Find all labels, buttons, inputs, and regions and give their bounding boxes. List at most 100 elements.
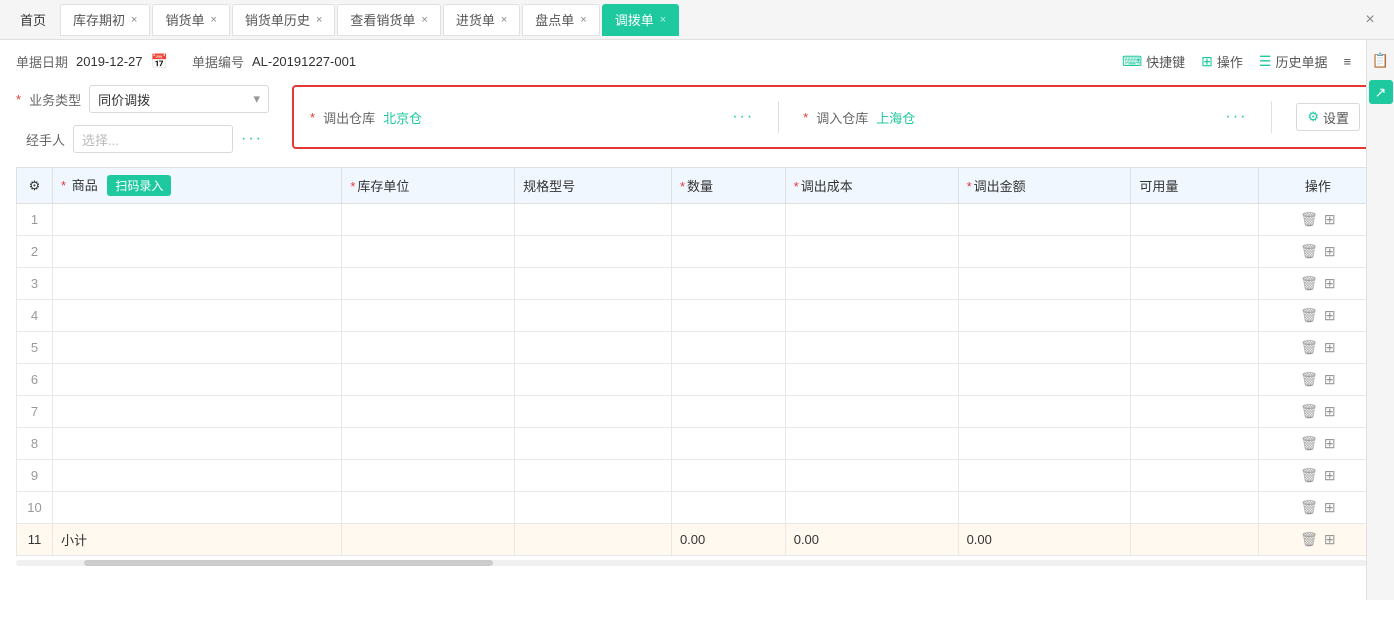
cell-product[interactable]: [53, 492, 342, 524]
horizontal-scrollbar[interactable]: [16, 560, 1378, 566]
delete-icon[interactable]: 🗑: [1300, 275, 1318, 292]
cell-qty[interactable]: [671, 236, 785, 268]
agent-row: 经手人 选择... ···: [26, 125, 276, 153]
copy-icon[interactable]: ⊞: [1324, 499, 1336, 516]
cell-qty[interactable]: [671, 204, 785, 236]
tab-view-sales[interactable]: 查看销货单 ×: [337, 4, 440, 36]
cell-qty[interactable]: [671, 428, 785, 460]
table-row: 6 🗑 ⊞: [17, 364, 1378, 396]
sidebar-expand-icon[interactable]: ↗: [1369, 80, 1393, 104]
cell-qty[interactable]: [671, 396, 785, 428]
copy-icon[interactable]: ⊞: [1324, 307, 1336, 324]
delete-icon[interactable]: 🗑: [1300, 531, 1318, 548]
cell-spec: [515, 204, 672, 236]
delete-icon[interactable]: 🗑: [1300, 307, 1318, 324]
settings-icon: ⚙: [1307, 109, 1319, 125]
tab-close-sales-order[interactable]: ×: [210, 14, 216, 26]
row-num: 10: [17, 492, 53, 524]
warehouse-in-group: * 调入仓库 上海仓 ···: [803, 108, 1247, 127]
cell-qty[interactable]: [671, 460, 785, 492]
th-amount: 调出金额: [958, 168, 1131, 204]
delete-icon[interactable]: 🗑: [1300, 243, 1318, 260]
settings-button[interactable]: ⚙ 设置: [1296, 103, 1360, 131]
tab-transfer[interactable]: 调拨单 ×: [602, 4, 679, 36]
cell-product[interactable]: [53, 204, 342, 236]
copy-icon[interactable]: ⊞: [1324, 531, 1336, 548]
warehouse-out-value[interactable]: 北京仓: [383, 108, 443, 127]
warehouse-in-value[interactable]: 上海仓: [876, 108, 936, 127]
subtotal-qty: 0.00: [671, 524, 785, 556]
tab-close-view-sales[interactable]: ×: [421, 14, 427, 26]
tab-close-inventory-init[interactable]: ×: [131, 14, 137, 26]
delete-icon[interactable]: 🗑: [1300, 371, 1318, 388]
delete-icon[interactable]: 🗑: [1300, 403, 1318, 420]
table-row: 2 🗑 ⊞: [17, 236, 1378, 268]
tab-close-sales-history[interactable]: ×: [316, 14, 322, 26]
gear-icon[interactable]: ⚙: [29, 178, 41, 193]
copy-icon[interactable]: ⊞: [1324, 275, 1336, 292]
shortcuts-button[interactable]: ⌨ 快捷键: [1122, 52, 1185, 71]
tab-close-purchase-order[interactable]: ×: [501, 14, 507, 26]
tab-inventory-init[interactable]: 库存期初 ×: [60, 4, 150, 36]
cell-available: [1131, 204, 1258, 236]
th-product-label: 商品: [72, 178, 98, 193]
copy-icon[interactable]: ⊞: [1324, 211, 1336, 228]
tab-bar: 首页 库存期初 × 销货单 × 销货单历史 × 查看销货单 × 进货单 × 盘点…: [0, 0, 1394, 40]
cell-amount: [958, 204, 1131, 236]
tab-stocktake[interactable]: 盘点单 ×: [522, 4, 599, 36]
delete-icon[interactable]: 🗑: [1300, 339, 1318, 356]
cell-product[interactable]: [53, 428, 342, 460]
tab-close-stocktake[interactable]: ×: [580, 14, 586, 26]
copy-icon[interactable]: ⊞: [1324, 339, 1336, 356]
copy-icon[interactable]: ⊞: [1324, 467, 1336, 484]
scan-button[interactable]: 扫码录入: [107, 175, 171, 196]
business-type-input[interactable]: 同价调拨 ▾: [89, 85, 269, 113]
cell-product[interactable]: [53, 300, 342, 332]
agent-input[interactable]: 选择...: [73, 125, 233, 153]
delete-icon[interactable]: 🗑: [1300, 435, 1318, 452]
cell-amount: [958, 396, 1131, 428]
delete-icon[interactable]: 🗑: [1300, 467, 1318, 484]
copy-icon[interactable]: ⊞: [1324, 435, 1336, 452]
cell-qty[interactable]: [671, 492, 785, 524]
cell-qty[interactable]: [671, 300, 785, 332]
sidebar-notes-icon[interactable]: 📋: [1369, 48, 1393, 72]
calendar-icon[interactable]: 📅: [151, 53, 168, 70]
window-close-button[interactable]: ×: [1354, 4, 1386, 36]
copy-icon[interactable]: ⊞: [1324, 403, 1336, 420]
cell-unit: [342, 268, 515, 300]
copy-icon[interactable]: ⊞: [1324, 371, 1336, 388]
delete-icon[interactable]: 🗑: [1300, 211, 1318, 228]
warehouse-in-more-button[interactable]: ···: [1225, 108, 1247, 126]
row-num: 6: [17, 364, 53, 396]
cell-qty[interactable]: [671, 364, 785, 396]
delete-icon[interactable]: 🗑: [1300, 499, 1318, 516]
required-star-warehouse-in: *: [803, 110, 808, 125]
operations-button[interactable]: ⊞ 操作: [1201, 52, 1243, 71]
action-cell: 🗑 ⊞: [1258, 364, 1377, 396]
cell-product[interactable]: [53, 396, 342, 428]
cell-cost: [785, 268, 958, 300]
warehouse-out-more-button[interactable]: ···: [732, 108, 754, 126]
tab-purchase-order[interactable]: 进货单 ×: [443, 4, 520, 36]
agent-more-button[interactable]: ···: [241, 130, 263, 148]
row-num: 5: [17, 332, 53, 364]
cell-product[interactable]: [53, 236, 342, 268]
cell-product[interactable]: [53, 460, 342, 492]
cell-qty[interactable]: [671, 268, 785, 300]
tab-sales-history[interactable]: 销货单历史 ×: [232, 4, 335, 36]
cell-product[interactable]: [53, 332, 342, 364]
warehouse-divider: [778, 101, 779, 133]
cell-product[interactable]: [53, 268, 342, 300]
tab-close-transfer[interactable]: ×: [660, 14, 666, 26]
tab-sales-order[interactable]: 销货单 ×: [152, 4, 229, 36]
copy-icon[interactable]: ⊞: [1324, 243, 1336, 260]
required-star-business: *: [16, 92, 21, 107]
cell-product[interactable]: [53, 364, 342, 396]
cell-available: [1131, 300, 1258, 332]
cell-unit: [342, 492, 515, 524]
layout-list-button[interactable]: ≡: [1344, 54, 1352, 69]
tab-home[interactable]: 首页: [8, 4, 58, 36]
cell-qty[interactable]: [671, 332, 785, 364]
history-button[interactable]: ☰ 历史单据: [1259, 52, 1328, 71]
